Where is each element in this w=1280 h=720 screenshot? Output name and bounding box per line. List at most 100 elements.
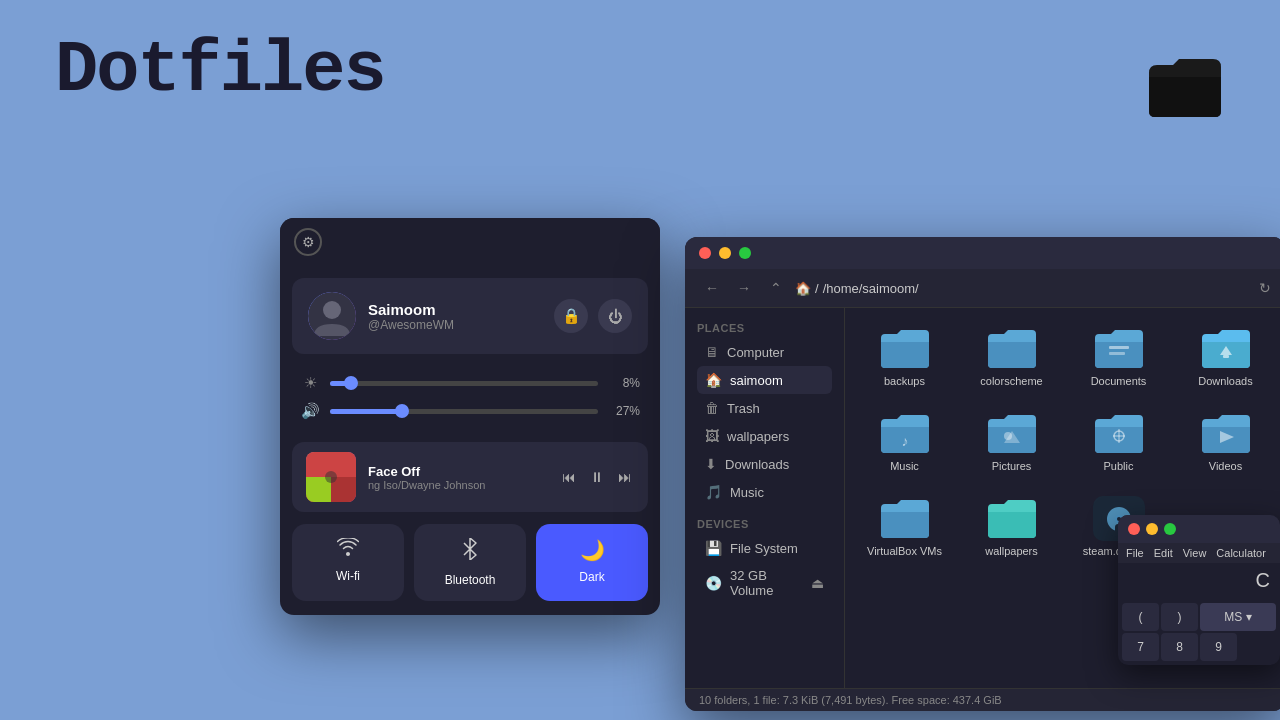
sidebar-item-computer[interactable]: 🖥 Computer <box>697 338 832 366</box>
calc-menu-edit[interactable]: Edit <box>1154 547 1173 559</box>
file-wallpapers[interactable]: wallpapers <box>962 488 1061 565</box>
calc-menu-file[interactable]: File <box>1126 547 1144 559</box>
wifi-button[interactable]: Wi-fi <box>292 524 404 601</box>
brightness-row: ☀ 8% <box>300 374 640 392</box>
profile-actions: 🔒 ⏻ <box>554 299 632 333</box>
volume-icon: 🔊 <box>300 402 320 420</box>
calc-display-value: C <box>1256 569 1270 591</box>
moon-icon: 🌙 <box>580 538 605 562</box>
volume-slider[interactable] <box>330 409 598 414</box>
dark-label: Dark <box>579 570 604 584</box>
calc-8[interactable]: 8 <box>1161 633 1198 661</box>
file-label: backups <box>884 375 925 387</box>
volume-value: 27% <box>608 404 640 418</box>
path-text: /home/saimoom/ <box>823 281 919 296</box>
calc-ms-label: MS <box>1224 610 1242 624</box>
brightness-icon: ☀ <box>300 374 320 392</box>
refresh-button[interactable]: ↻ <box>1259 280 1271 296</box>
file-videos[interactable]: Videos <box>1176 403 1275 480</box>
file-pictures[interactable]: Pictures <box>962 403 1061 480</box>
calc-buttons: ( ) MS ▾ 7 8 9 <box>1118 599 1280 665</box>
profile-info: Saimoom @AwesomeWM <box>368 301 542 332</box>
album-art <box>306 452 356 502</box>
calc-ms-chevron: ▾ <box>1246 610 1252 624</box>
svg-rect-7 <box>1109 352 1125 355</box>
bluetooth-button[interactable]: Bluetooth <box>414 524 526 601</box>
file-label: VirtualBox VMs <box>867 545 942 557</box>
sidebar-item-downloads[interactable]: ⬇ Downloads <box>697 450 832 478</box>
maximize-dot[interactable] <box>739 247 751 259</box>
volume-device-icon: 💿 <box>705 575 722 591</box>
calculator: File Edit View Calculator C ( ) MS ▾ 7 8… <box>1118 515 1280 665</box>
fm-titlebar <box>685 237 1280 269</box>
trash-icon: 🗑 <box>705 400 719 416</box>
dark-mode-button[interactable]: 🌙 Dark <box>536 524 648 601</box>
power-button[interactable]: ⏻ <box>598 299 632 333</box>
calc-ms[interactable]: MS ▾ <box>1200 603 1276 631</box>
calc-9[interactable]: 9 <box>1200 633 1237 661</box>
wallpapers-sidebar-icon: 🖼 <box>705 428 719 444</box>
brightness-slider[interactable] <box>330 381 598 386</box>
calc-menu-calculator[interactable]: Calculator <box>1216 547 1266 559</box>
computer-label: Computer <box>727 345 784 360</box>
settings-icon[interactable]: ⚙ <box>294 228 322 256</box>
fm-path: 🏠 / /home/saimoom/ <box>795 281 1253 296</box>
volume-row: 🔊 27% <box>300 402 640 420</box>
svg-rect-6 <box>1109 346 1129 349</box>
sidebar-item-music[interactable]: 🎵 Music <box>697 478 832 506</box>
folder-icon <box>1145 55 1225 120</box>
music-sidebar-icon: 🎵 <box>705 484 722 500</box>
up-button[interactable]: ⌃ <box>763 275 789 301</box>
statusbar-text: 10 folders, 1 file: 7.3 KiB (7,491 bytes… <box>699 694 1002 706</box>
music-title: Face Off <box>368 464 548 479</box>
avatar <box>308 292 356 340</box>
prev-button[interactable]: ⏮ <box>560 467 578 487</box>
pause-button[interactable]: ⏸ <box>588 467 606 487</box>
file-public[interactable]: Public <box>1069 403 1168 480</box>
calc-titlebar <box>1118 515 1280 543</box>
sidebar-item-wallpapers[interactable]: 🖼 wallpapers <box>697 422 832 450</box>
back-button[interactable]: ← <box>699 275 725 301</box>
file-music[interactable]: ♪ Music <box>855 403 954 480</box>
home-icon: 🏠 <box>795 281 811 296</box>
profile-section: Saimoom @AwesomeWM 🔒 ⏻ <box>292 278 648 354</box>
forward-button[interactable]: → <box>731 275 757 301</box>
page-title: Dotfiles <box>55 30 385 112</box>
file-label: Documents <box>1091 375 1147 387</box>
calc-close-paren[interactable]: ) <box>1161 603 1198 631</box>
trash-label: Trash <box>727 401 760 416</box>
sidebar-item-saimoom[interactable]: 🏠 saimoom <box>697 366 832 394</box>
volume-label: 32 GB Volume <box>730 568 803 598</box>
sidebar-item-trash[interactable]: 🗑 Trash <box>697 394 832 422</box>
file-label: Pictures <box>992 460 1032 472</box>
calc-minimize-dot[interactable] <box>1146 523 1158 535</box>
file-label: Videos <box>1209 460 1242 472</box>
file-colorscheme[interactable]: colorscheme <box>962 318 1061 395</box>
calc-menubar: File Edit View Calculator <box>1118 543 1280 563</box>
calc-open-paren[interactable]: ( <box>1122 603 1159 631</box>
file-label: colorscheme <box>980 375 1042 387</box>
file-downloads[interactable]: Downloads <box>1176 318 1275 395</box>
sidebar-item-filesystem[interactable]: 💾 File System <box>697 534 832 562</box>
calc-close-dot[interactable] <box>1128 523 1140 535</box>
calc-maximize-dot[interactable] <box>1164 523 1176 535</box>
calc-7[interactable]: 7 <box>1122 633 1159 661</box>
file-backups[interactable]: backups <box>855 318 954 395</box>
sidebar-item-volume[interactable]: 💿 32 GB Volume ⏏ <box>697 562 832 604</box>
music-controls: ⏮ ⏸ ⏭ <box>560 467 634 487</box>
calc-menu-view[interactable]: View <box>1183 547 1207 559</box>
file-virtualbox[interactable]: VirtualBox VMs <box>855 488 954 565</box>
music-info: Face Off ng Iso/Dwayne Johnson <box>368 464 548 491</box>
fm-toolbar: ← → ⌃ 🏠 / /home/saimoom/ ↻ <box>685 269 1280 308</box>
eject-icon[interactable]: ⏏ <box>811 575 824 591</box>
downloads-sidebar-icon: ⬇ <box>705 456 717 472</box>
lock-button[interactable]: 🔒 <box>554 299 588 333</box>
fm-statusbar: 10 folders, 1 file: 7.3 KiB (7,491 bytes… <box>685 688 1280 711</box>
control-panel: ⚙ Saimoom @AwesomeWM 🔒 ⏻ ☀ <box>280 218 660 615</box>
filesystem-icon: 💾 <box>705 540 722 556</box>
file-documents[interactable]: Documents <box>1069 318 1168 395</box>
wallpapers-sidebar-label: wallpapers <box>727 429 789 444</box>
close-dot[interactable] <box>699 247 711 259</box>
minimize-dot[interactable] <box>719 247 731 259</box>
next-button[interactable]: ⏭ <box>616 467 634 487</box>
